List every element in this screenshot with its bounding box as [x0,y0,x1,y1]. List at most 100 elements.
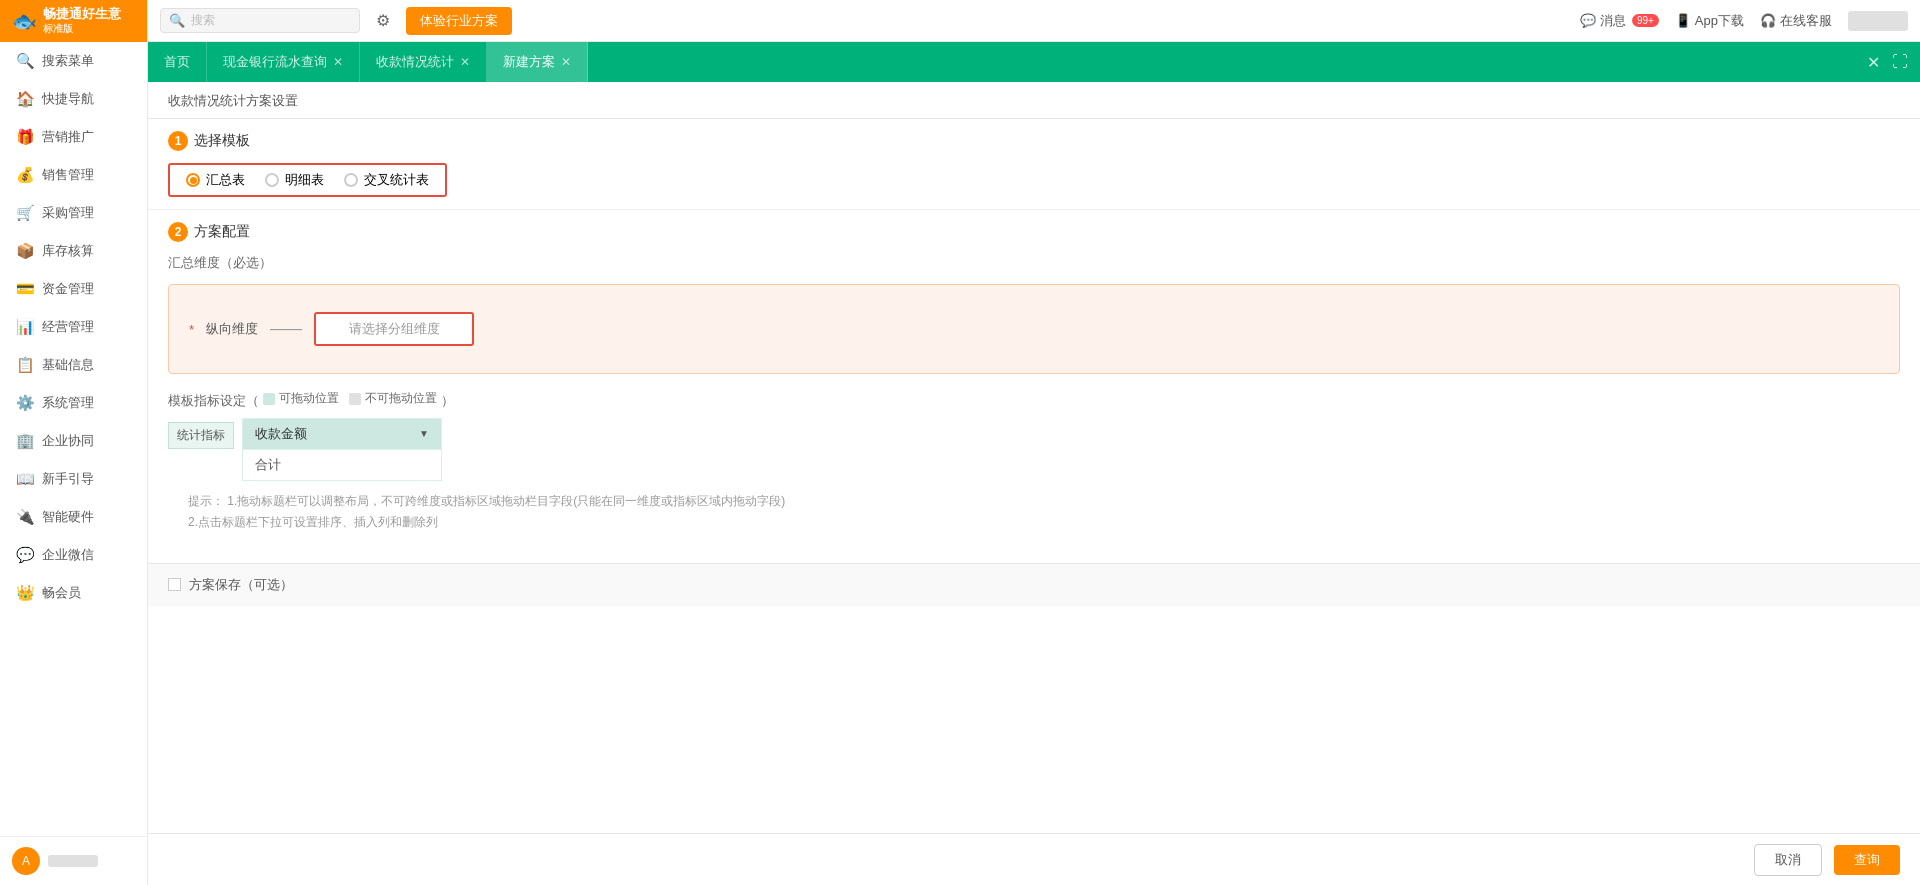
sidebar-item-operations[interactable]: 📊 经营管理 [0,308,147,346]
tip-1: 提示： 1.拖动标题栏可以调整布局，不可跨维度或指标区域拖动栏目字段(只能在同一… [188,493,1880,510]
trial-button[interactable]: 体验行业方案 [406,7,512,35]
tab-collection-stats-label: 收款情况统计 [376,53,454,71]
dimension-row: * 纵向维度 —— 请选择分组维度 [189,312,474,346]
radio-summary-circle [186,173,200,187]
sidebar-item-system[interactable]: ⚙️ 系统管理 [0,384,147,422]
sidebar-item-quick-nav[interactable]: 🏠 快捷导航 [0,80,147,118]
tab-new-scheme-close[interactable]: ✕ [561,55,571,69]
tab-collection-stats[interactable]: 收款情况统计 ✕ [360,42,487,82]
step2-section: 2 方案配置 汇总维度（必选） * 纵向维度 —— 请选择分组维度 [148,222,1920,563]
step2-title: 2 方案配置 [168,222,1900,242]
tab-bank-flow-label: 现金银行流水查询 [223,53,327,71]
notification-label: 消息 [1600,12,1626,30]
sidebar-item-enterprise-wechat[interactable]: 💬 企业微信 [0,536,147,574]
sidebar-item-label: 智能硬件 [42,508,94,526]
radio-cross[interactable]: 交叉统计表 [344,171,429,189]
tab-bank-flow[interactable]: 现金银行流水查询 ✕ [207,42,360,82]
content-inner: 收款情况统计方案设置 1 选择模板 汇总表 [148,82,1920,833]
metric-col-label: 收款金额 [255,425,307,443]
sidebar-item-purchase[interactable]: 🛒 采购管理 [0,194,147,232]
draggable-label: 可拖动位置 [263,390,339,407]
expand-icon[interactable]: ⛶ [1892,53,1908,71]
save-section: 方案保存（可选） [148,563,1920,606]
card-icon: 💳 [16,280,34,298]
cart-icon: 🛒 [16,204,34,222]
sidebar-item-finance[interactable]: 💳 资金管理 [0,270,147,308]
sidebar-item-new-guide[interactable]: 📖 新手引导 [0,460,147,498]
page-title: 收款情况统计方案设置 [148,82,1920,118]
building-icon: 🏢 [16,432,34,450]
headphone-icon: 🎧 [1760,13,1776,28]
sidebar-item-sales[interactable]: 💰 销售管理 [0,156,147,194]
cancel-button[interactable]: 取消 [1754,844,1822,876]
download-icon: 📱 [1675,13,1691,28]
metric-table-area: 统计指标 收款金额 合计 [168,418,1900,481]
sidebar-item-label: 搜索菜单 [42,52,94,70]
tips-section: 提示： 1.拖动标题栏可以调整布局，不可跨维度或指标区域拖动栏目字段(只能在同一… [168,481,1900,547]
user-name-placeholder [48,855,98,867]
sidebar-item-label: 新手引导 [42,470,94,488]
tab-new-scheme-label: 新建方案 [503,53,555,71]
metric-table: 收款金额 合计 [242,418,442,481]
service-label: 在线客服 [1780,12,1832,30]
sidebar-item-label: 企业微信 [42,546,94,564]
crown-icon: 👑 [16,584,34,602]
tab-home[interactable]: 首页 [148,42,207,82]
stats-label: 统计指标 [168,422,234,449]
metric-col-chevron-icon[interactable] [419,428,429,439]
tab-controls: ✕ ⛶ [1855,42,1920,82]
box-icon: 📦 [16,242,34,260]
search-icon: 🔍 [169,13,185,28]
notification-icon: 💬 [1580,13,1596,28]
tab-bank-flow-close[interactable]: ✕ [333,55,343,69]
sidebar-item-basic-info[interactable]: 📋 基础信息 [0,346,147,384]
dimension-select-button[interactable]: 请选择分组维度 [314,312,474,346]
non-draggable-label: 不可拖动位置 [349,390,437,407]
sidebar-item-search-menu[interactable]: 🔍 搜索菜单 [0,42,147,80]
save-checkbox[interactable] [168,578,181,591]
sidebar-item-member[interactable]: 👑 畅会员 [0,574,147,612]
sidebar-item-label: 基础信息 [42,356,94,374]
tab-new-scheme[interactable]: 新建方案 ✕ [487,42,588,82]
radio-detail-circle [265,173,279,187]
step1-section: 1 选择模板 汇总表 明细表 [148,119,1920,209]
dimension-arrow-icon: —— [270,320,302,338]
radio-detail[interactable]: 明细表 [265,171,324,189]
radio-summary[interactable]: 汇总表 [186,171,245,189]
notification-item[interactable]: 💬 消息 99+ [1580,12,1659,30]
chart-icon: 📊 [16,318,34,336]
sidebar-item-inventory[interactable]: 📦 库存核算 [0,232,147,270]
sidebar-item-label: 经营管理 [42,318,94,336]
home-icon: 🏠 [16,90,34,108]
service-item[interactable]: 🎧 在线客服 [1760,12,1832,30]
app-download-item[interactable]: 📱 App下载 [1675,12,1744,30]
step1-label: 选择模板 [194,132,250,150]
notification-badge: 99+ [1632,14,1659,27]
template-selection-box: 汇总表 明细表 交叉统计表 [168,163,447,197]
gear-icon: ⚙️ [16,394,34,412]
stats-category-tag: 统计指标 [168,422,234,449]
sidebar-bottom: A [0,836,147,885]
sidebar-item-label: 销售管理 [42,166,94,184]
sidebar-item-smart-hw[interactable]: 🔌 智能硬件 [0,498,147,536]
tip-2: 2.点击标题栏下拉可设置排序、插入列和删除列 [188,514,1880,531]
settings-icon[interactable]: ⚙ [376,11,390,30]
dimension-row-label: 纵向维度 [206,320,258,338]
radio-detail-label: 明细表 [285,171,324,189]
gift-icon: 🎁 [16,128,34,146]
tab-home-label: 首页 [164,53,190,71]
logo-icon: 🐟 [12,9,37,33]
sidebar-item-label: 库存核算 [42,242,94,260]
sidebar-item-enterprise[interactable]: 🏢 企业协同 [0,422,147,460]
draggable-dot [263,393,275,405]
metric-row-total: 合计 [243,449,441,480]
sidebar-item-marketing[interactable]: 🎁 营销推广 [0,118,147,156]
tab-collection-stats-close[interactable]: ✕ [460,55,470,69]
step1-title: 1 选择模板 [168,131,1900,151]
topbar-search-box[interactable]: 🔍 搜索 [160,8,360,33]
user-avatar [1848,11,1908,31]
topbar-right: 💬 消息 99+ 📱 App下载 🎧 在线客服 [1580,11,1908,31]
query-button[interactable]: 查询 [1834,845,1900,875]
radio-summary-label: 汇总表 [206,171,245,189]
close-tab-icon[interactable]: ✕ [1867,53,1880,72]
